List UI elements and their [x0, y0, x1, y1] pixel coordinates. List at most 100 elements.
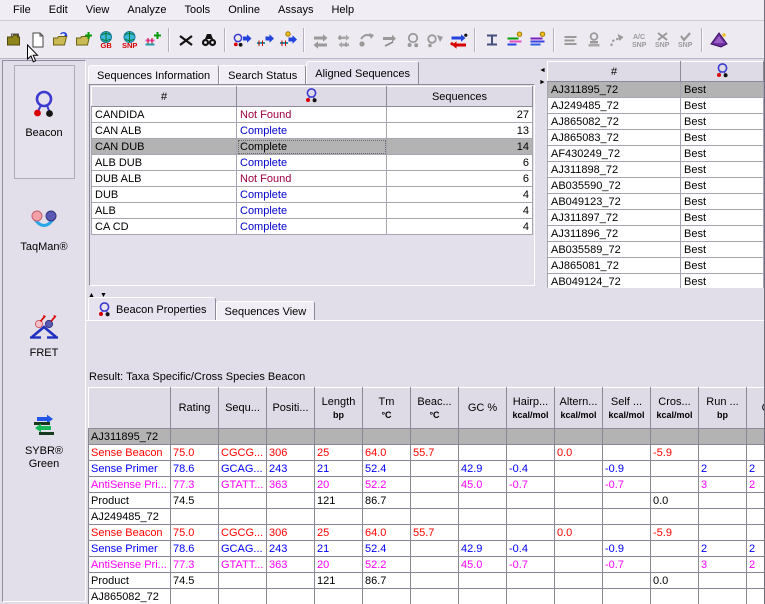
- cell-best[interactable]: Best: [680, 81, 764, 98]
- cell-value[interactable]: 25: [314, 444, 363, 461]
- sidebar-item-sybrgreen[interactable]: SYBR® Green: [3, 413, 85, 471]
- cell-value[interactable]: 2: [746, 460, 764, 477]
- assays-button[interactable]: [707, 26, 730, 53]
- cell-sequences-count[interactable]: 4: [386, 186, 533, 203]
- cell-value[interactable]: [266, 492, 315, 509]
- table-row[interactable]: AJ865082_72 Best: [547, 113, 764, 130]
- cell-group-name[interactable]: CAN DUB: [91, 138, 237, 155]
- cell-best[interactable]: Best: [680, 161, 764, 178]
- cell-sequences-count[interactable]: 4: [386, 218, 533, 235]
- cell-best[interactable]: Best: [680, 241, 764, 258]
- cell-value[interactable]: GCAG...: [218, 460, 267, 477]
- menu-item-analyze[interactable]: Analyze: [118, 1, 175, 19]
- cell-sequence-id[interactable]: AB049123_72: [547, 193, 681, 210]
- cell-value[interactable]: [410, 476, 459, 493]
- cell-sequence-id[interactable]: AB049124_72: [547, 273, 681, 288]
- cell-group-name[interactable]: ALB DUB: [91, 154, 237, 171]
- table-row[interactable]: CAN ALB Complete 13: [91, 122, 533, 139]
- menu-item-assays[interactable]: Assays: [269, 1, 322, 19]
- cell-value[interactable]: 52.2: [362, 476, 411, 493]
- cell-value[interactable]: -5.9: [650, 524, 699, 541]
- add-primer-button[interactable]: [141, 26, 164, 53]
- cell-row-label[interactable]: Product: [88, 492, 171, 509]
- find-button[interactable]: [197, 26, 220, 53]
- cell-value[interactable]: [698, 444, 747, 461]
- cell-group-id[interactable]: AJ249485_72: [88, 508, 171, 525]
- menu-item-online[interactable]: Online: [219, 1, 269, 19]
- cell-value[interactable]: 21: [314, 540, 363, 557]
- table-row[interactable]: AF430249_72 Best: [547, 145, 764, 162]
- cell-status[interactable]: Complete: [236, 138, 387, 155]
- table-row[interactable]: Sense Primer 78.6 GCAG... 243 21 52.4 42.9 -0.4…: [88, 540, 764, 557]
- cell-sequence-id[interactable]: AB035589_72: [547, 241, 681, 258]
- cell-status[interactable]: Not Found: [236, 170, 387, 187]
- cell-value[interactable]: [554, 556, 603, 573]
- cell-value[interactable]: [698, 572, 747, 589]
- copy-document-button[interactable]: [3, 26, 26, 53]
- cell-value[interactable]: [602, 572, 651, 589]
- cell-value[interactable]: [410, 492, 459, 509]
- cell-value[interactable]: [506, 572, 555, 589]
- collapse-right-icon[interactable]: ►: [539, 78, 546, 88]
- table-row[interactable]: AJ311895_72 Best: [547, 81, 764, 98]
- tab-aligned-sequences[interactable]: Aligned Sequences: [306, 61, 420, 84]
- group-header-row[interactable]: AJ249485_72: [88, 508, 764, 525]
- tab-search-status[interactable]: Search Status: [219, 65, 307, 84]
- cell-best[interactable]: Best: [680, 257, 764, 274]
- tm-tool-button[interactable]: [480, 26, 503, 53]
- cell-row-label[interactable]: Sense Primer: [88, 540, 171, 557]
- cell-value[interactable]: 0.0: [650, 572, 699, 589]
- cell-value[interactable]: -0.7: [506, 556, 555, 573]
- table-row[interactable]: CANDIDA Not Found 27: [91, 106, 533, 123]
- horizontal-splitter[interactable]: ▲ ▼: [86, 288, 764, 299]
- sidebar-item-taqman[interactable]: TaqMan®: [3, 209, 85, 254]
- cell-value[interactable]: 0.0: [554, 444, 603, 461]
- cell-value[interactable]: -0.9: [602, 540, 651, 557]
- table-row[interactable]: Sense Beacon 75.0 CGCG... 306 25 64.0 55.7 0.0 -…: [88, 444, 764, 461]
- cell-best[interactable]: Best: [680, 129, 764, 146]
- cell-value[interactable]: [410, 572, 459, 589]
- cell-value[interactable]: [458, 444, 507, 461]
- cell-value[interactable]: CGCG...: [218, 524, 267, 541]
- cell-value[interactable]: [554, 572, 603, 589]
- table-row[interactable]: Sense Primer 78.6 GCAG... 243 21 52.4 42.9 -0.4…: [88, 460, 764, 477]
- cell-value[interactable]: [746, 492, 764, 509]
- snp-retrieve-button[interactable]: SNP: [118, 26, 141, 53]
- cell-sequences-count[interactable]: 4: [386, 202, 533, 219]
- cell-value[interactable]: 3: [698, 556, 747, 573]
- cell-value[interactable]: -0.4: [506, 540, 555, 557]
- cell-best[interactable]: Best: [680, 193, 764, 210]
- table-row[interactable]: AB049123_72 Best: [547, 193, 764, 210]
- delete-button[interactable]: [174, 26, 197, 53]
- cell-sequence-id[interactable]: AJ249485_72: [547, 97, 681, 114]
- tab-beacon-properties[interactable]: Beacon Properties: [88, 297, 216, 320]
- cell-sequence-id[interactable]: AJ311897_72: [547, 209, 681, 226]
- table-row[interactable]: AB049124_72 Best: [547, 273, 764, 288]
- table-row[interactable]: AB035590_72 Best: [547, 177, 764, 194]
- cell-best[interactable]: Best: [680, 225, 764, 242]
- import-file-button[interactable]: [72, 26, 95, 53]
- cell-value[interactable]: [410, 460, 459, 477]
- align-view-2-button[interactable]: [526, 26, 549, 53]
- cell-row-label[interactable]: Sense Beacon: [88, 524, 171, 541]
- cell-sequences-count[interactable]: 6: [386, 170, 533, 187]
- cell-value[interactable]: 42.9: [458, 460, 507, 477]
- cell-value[interactable]: 86.7: [362, 572, 411, 589]
- cell-group-name[interactable]: CAN ALB: [91, 122, 237, 139]
- cell-value[interactable]: [266, 572, 315, 589]
- cell-value[interactable]: 86.7: [362, 492, 411, 509]
- cell-value[interactable]: [410, 540, 459, 557]
- cell-value[interactable]: [602, 492, 651, 509]
- cell-value[interactable]: 77.3: [170, 476, 219, 493]
- cell-value[interactable]: -0.7: [602, 556, 651, 573]
- open-file-button[interactable]: [49, 26, 72, 53]
- cell-sequence-id[interactable]: AJ865082_72: [547, 113, 681, 130]
- cell-value[interactable]: 121: [314, 572, 363, 589]
- table-row[interactable]: DUB ALB Not Found 6: [91, 170, 533, 187]
- cell-best[interactable]: Best: [680, 97, 764, 114]
- design-primer-probe-button[interactable]: [276, 26, 299, 53]
- cell-status[interactable]: Complete: [236, 202, 387, 219]
- cell-value[interactable]: 52.4: [362, 540, 411, 557]
- table-row[interactable]: AJ311898_72 Best: [547, 161, 764, 178]
- cell-value[interactable]: 45.0: [458, 556, 507, 573]
